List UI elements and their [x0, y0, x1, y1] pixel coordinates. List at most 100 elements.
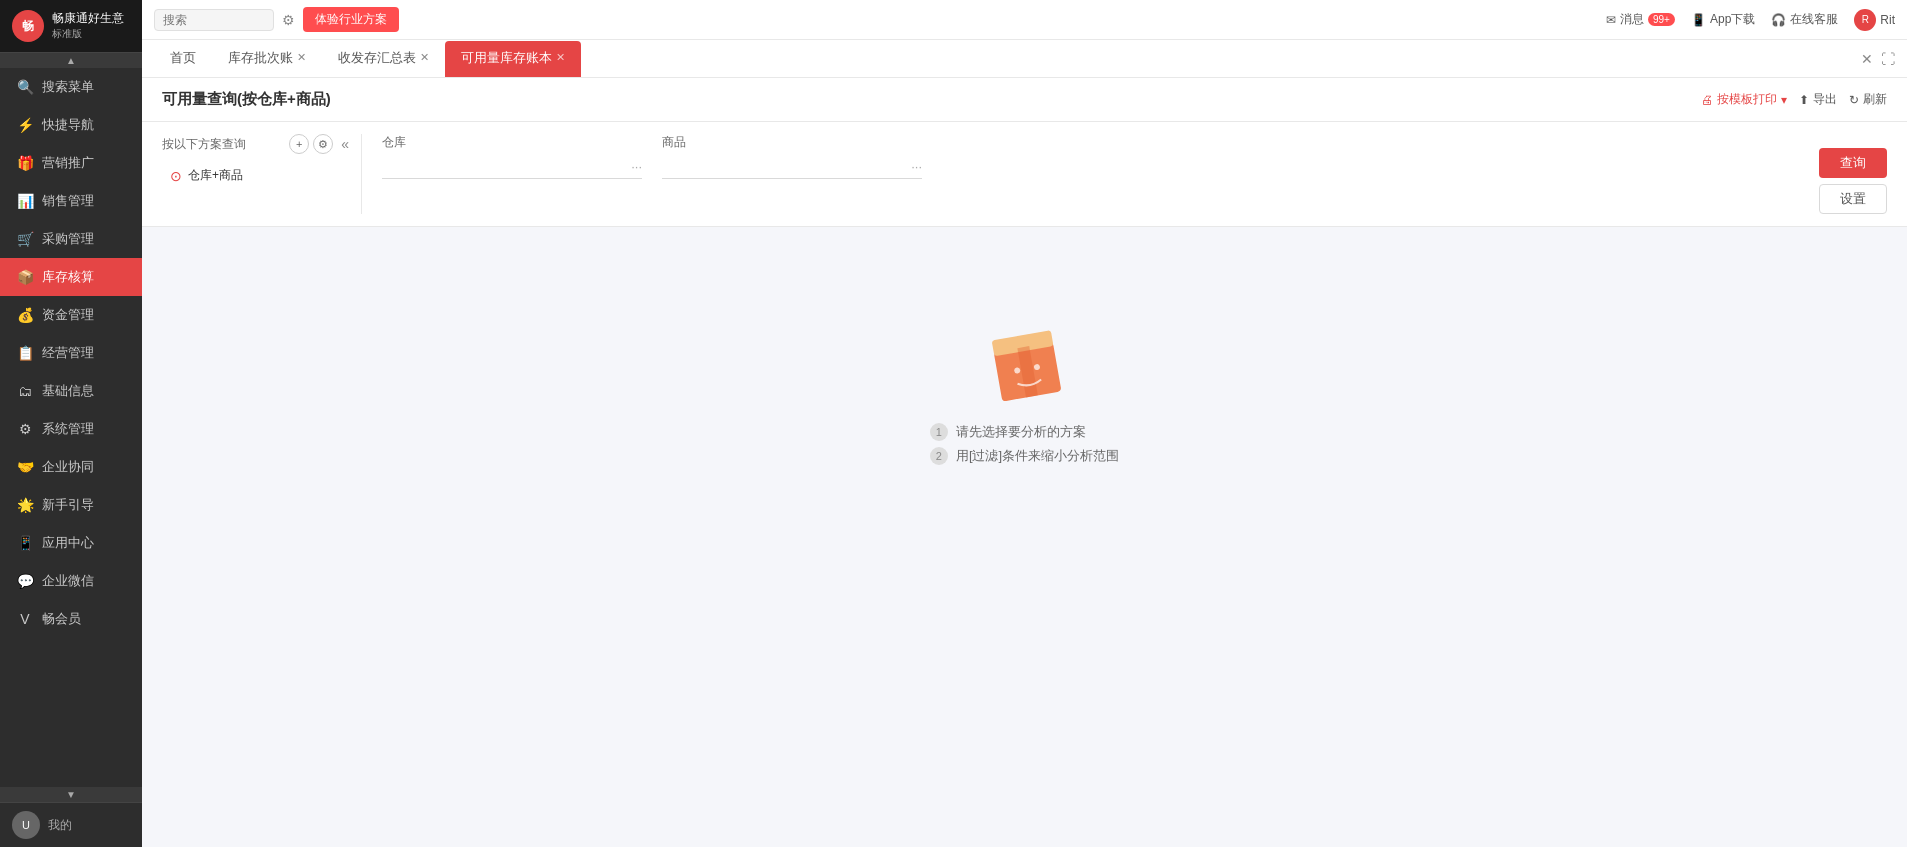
experience-btn[interactable]: 体验行业方案: [303, 7, 399, 32]
action-buttons: 查询 设置: [1807, 134, 1887, 214]
sidebar-item-search[interactable]: 🔍 搜索菜单: [0, 68, 142, 106]
empty-illustration: [975, 307, 1075, 407]
product-label: 商品: [662, 134, 922, 151]
warehouse-more-btn[interactable]: ···: [631, 159, 642, 174]
tab-home[interactable]: 首页: [154, 41, 212, 77]
finance-icon: 💰: [16, 306, 34, 324]
product-input-row: ···: [662, 155, 922, 179]
empty-state: 1 请先选择要分析的方案 2 用[过滤]条件来缩小分析范围: [142, 227, 1907, 551]
query-btn[interactable]: 查询: [1819, 148, 1887, 178]
warehouse-label: 仓库: [382, 134, 642, 151]
tab-available-ledger[interactable]: 可用量库存账本 ✕: [445, 41, 581, 77]
query-scheme: 按以下方案查询 + ⚙ « ⊙ 仓库+商品: [162, 134, 362, 214]
empty-tip-2: 2 用[过滤]条件来缩小分析范围: [930, 447, 1119, 465]
print-btn[interactable]: 🖨 按模板打印 ▾: [1701, 91, 1787, 108]
sidebar-item-basic-info[interactable]: 🗂 基础信息: [0, 372, 142, 410]
wechat-label: 企业微信: [42, 572, 94, 590]
wechat-icon: 💬: [16, 572, 34, 590]
marketing-icon: 🎁: [16, 154, 34, 172]
sidebar-footer[interactable]: U 我的: [0, 802, 142, 847]
print-dropdown-icon: ▾: [1781, 93, 1787, 107]
sidebar-item-system[interactable]: ⚙ 系统管理: [0, 410, 142, 448]
marketing-label: 营销推广: [42, 154, 94, 172]
sidebar-item-newbie[interactable]: 🌟 新手引导: [0, 486, 142, 524]
scheme-item-warehouse-product[interactable]: ⊙ 仓库+商品: [162, 162, 349, 189]
tab-batch-account[interactable]: 库存批次账 ✕: [212, 41, 322, 77]
export-btn[interactable]: ⬆ 导出: [1799, 91, 1837, 108]
sidebar-item-quick-nav[interactable]: ⚡ 快捷导航: [0, 106, 142, 144]
sidebar-item-purchase[interactable]: 🛒 采购管理: [0, 220, 142, 258]
message-badge: 99+: [1648, 13, 1675, 26]
empty-tip-1: 1 请先选择要分析的方案: [930, 423, 1119, 441]
close-inventory-summary-btn[interactable]: ✕: [420, 51, 429, 64]
inventory-icon: 📦: [16, 268, 34, 286]
tab-label-inventory-summary: 收发存汇总表: [338, 49, 416, 67]
sidebar-brand: 畅康通好生意 标准版: [52, 11, 124, 41]
tab-actions: ✕ ⛶: [1861, 51, 1895, 67]
sidebar-item-marketing[interactable]: 🎁 营销推广: [0, 144, 142, 182]
purchase-label: 采购管理: [42, 230, 94, 248]
refresh-btn[interactable]: ↻ 刷新: [1849, 91, 1887, 108]
headset-icon: 🎧: [1771, 13, 1786, 27]
inventory-label: 库存核算: [42, 268, 94, 286]
message-btn[interactable]: ✉ 消息 99+: [1606, 11, 1675, 28]
member-label: 畅会员: [42, 610, 81, 628]
app-center-label: 应用中心: [42, 534, 94, 552]
quick-nav-label: 快捷导航: [42, 116, 94, 134]
tip-text-2: 用[过滤]条件来缩小分析范围: [956, 447, 1119, 465]
warehouse-input-row: ···: [382, 155, 642, 179]
page-header: 可用量查询(按仓库+商品) 🖨 按模板打印 ▾ ⬆ 导出 ↻ 刷新: [142, 78, 1907, 122]
online-service-btn[interactable]: 🎧 在线客服: [1771, 11, 1838, 28]
tab-inventory-summary[interactable]: 收发存汇总表 ✕: [322, 41, 445, 77]
tip-num-1: 1: [930, 423, 948, 441]
settings-btn[interactable]: 设置: [1819, 184, 1887, 214]
sidebar-item-sales[interactable]: 📊 销售管理: [0, 182, 142, 220]
basic-info-icon: 🗂: [16, 382, 34, 400]
topbar-right: ✉ 消息 99+ 📱 App下载 🎧 在线客服 R Rit: [1606, 9, 1895, 31]
purchase-icon: 🛒: [16, 230, 34, 248]
sidebar-item-app-center[interactable]: 📱 应用中心: [0, 524, 142, 562]
manage-scheme-btn[interactable]: ⚙: [313, 134, 333, 154]
close-available-ledger-btn[interactable]: ✕: [556, 51, 565, 64]
maximize-tab-btn[interactable]: ⛶: [1881, 51, 1895, 67]
sidebar-title: 畅康通好生意: [52, 11, 124, 27]
sidebar-item-operations[interactable]: 📋 经营管理: [0, 334, 142, 372]
member-icon: V: [16, 610, 34, 628]
search-icon: 🔍: [16, 78, 34, 96]
finance-label: 资金管理: [42, 306, 94, 324]
sidebar-item-finance[interactable]: 💰 资金管理: [0, 296, 142, 334]
sidebar-scroll-down[interactable]: ▼: [0, 787, 142, 802]
printer-icon: 🖨: [1701, 93, 1713, 107]
tab-label-available-ledger: 可用量库存账本: [461, 49, 552, 67]
user-profile-btn[interactable]: R Rit: [1854, 9, 1895, 31]
message-icon: ✉: [1606, 13, 1616, 27]
add-scheme-btn[interactable]: +: [289, 134, 309, 154]
query-scheme-title: 按以下方案查询: [162, 136, 246, 153]
phone-icon: 📱: [1691, 13, 1706, 27]
sidebar-item-inventory[interactable]: 📦 库存核算: [0, 258, 142, 296]
filter-area: 仓库 ··· 商品 ···: [362, 134, 1807, 179]
topbar-search-input[interactable]: [154, 9, 274, 31]
tab-label-batch-account: 库存批次账: [228, 49, 293, 67]
empty-tips: 1 请先选择要分析的方案 2 用[过滤]条件来缩小分析范围: [930, 423, 1119, 471]
page-actions: 🖨 按模板打印 ▾ ⬆ 导出 ↻ 刷新: [1701, 91, 1887, 108]
sidebar-item-wechat[interactable]: 💬 企业微信: [0, 562, 142, 600]
sidebar-scroll-up[interactable]: ▲: [0, 53, 142, 68]
sidebar-item-enterprise[interactable]: 🤝 企业协同: [0, 448, 142, 486]
topbar: ⚙ 体验行业方案 ✉ 消息 99+ 📱 App下载 🎧 在线客服 R Rit: [142, 0, 1907, 40]
enterprise-icon: 🤝: [16, 458, 34, 476]
sidebar-item-member[interactable]: V 畅会员: [0, 600, 142, 638]
topbar-gear-icon[interactable]: ⚙: [282, 12, 295, 28]
content-area: 可用量查询(按仓库+商品) 🖨 按模板打印 ▾ ⬆ 导出 ↻ 刷新: [142, 78, 1907, 847]
app-download-btn[interactable]: 📱 App下载: [1691, 11, 1755, 28]
newbie-label: 新手引导: [42, 496, 94, 514]
close-batch-account-btn[interactable]: ✕: [297, 51, 306, 64]
sidebar: 畅 畅康通好生意 标准版 ▲ 🔍 搜索菜单 ⚡ 快捷导航 🎁 营销推广 📊 销售…: [0, 0, 142, 847]
product-more-btn[interactable]: ···: [911, 159, 922, 174]
export-icon: ⬆: [1799, 93, 1809, 107]
close-tab-btn[interactable]: ✕: [1861, 51, 1873, 67]
collapse-scheme-btn[interactable]: «: [341, 136, 349, 152]
system-icon: ⚙: [16, 420, 34, 438]
sidebar-header: 畅 畅康通好生意 标准版: [0, 0, 142, 53]
sales-label: 销售管理: [42, 192, 94, 210]
